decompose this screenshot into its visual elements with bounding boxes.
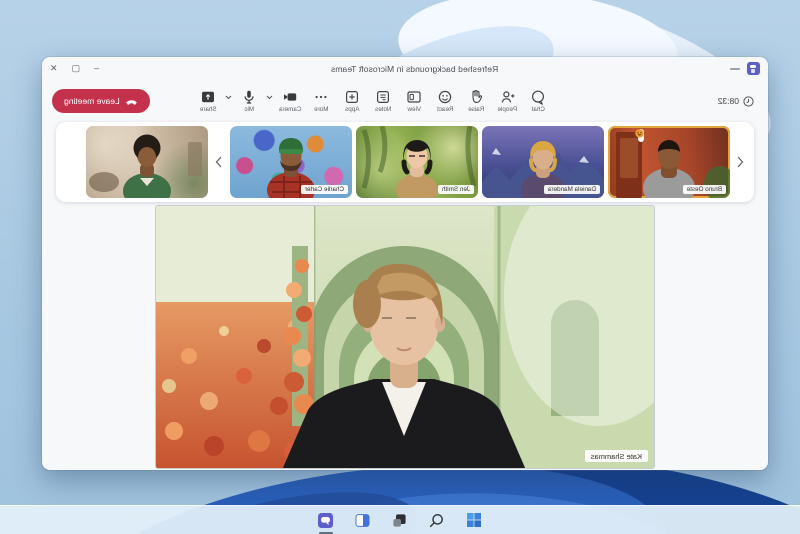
start-button[interactable] — [462, 508, 486, 532]
window-title: Refreshed backgrounds in Microsoft Teams — [330, 63, 499, 74]
more-button[interactable]: More — [307, 89, 336, 113]
widgets-button[interactable] — [351, 508, 375, 532]
more-ellipsis-icon — [315, 95, 327, 99]
search-icon — [430, 513, 444, 527]
minimize-button[interactable]: – — [94, 63, 99, 73]
share-screen-icon — [202, 91, 215, 103]
self-video — [89, 134, 202, 198]
teams-meeting-window: Refreshed backgrounds in Microsoft Teams… — [42, 57, 768, 470]
gallery-next-chevron[interactable] — [212, 149, 226, 175]
titlebar: Refreshed backgrounds in Microsoft Teams… — [42, 57, 768, 80]
laughing-emoji-icon — [635, 129, 644, 138]
windows-start-icon — [467, 513, 481, 527]
leave-meeting-button[interactable]: Leave meeting — [52, 89, 150, 113]
participant-name-label: Jen Smith — [438, 185, 474, 194]
camera-icon — [284, 93, 297, 101]
notes-button[interactable]: Notes — [369, 89, 398, 113]
participant-name-label: Charlie Carter — [300, 185, 348, 194]
widgets-icon — [356, 513, 370, 527]
close-button[interactable]: ✕ — [50, 63, 58, 73]
participant-tile-jen[interactable]: Jen Smith — [356, 126, 478, 198]
screenshot-root: Refreshed backgrounds in Microsoft Teams… — [0, 0, 800, 534]
raise-hand-icon — [472, 90, 483, 103]
react-smiley-icon — [439, 90, 452, 104]
stage-video-kate — [155, 205, 655, 469]
apps-icon — [346, 90, 359, 104]
teams-logo-icon — [747, 62, 760, 75]
task-view-icon — [393, 513, 407, 527]
mic-button[interactable]: Mic — [235, 89, 264, 113]
toolbar-buttons: Chat People Raise React View Notes Apps … — [194, 89, 553, 113]
maximize-button[interactable]: ▢ — [72, 63, 81, 73]
camera-dropdown-chevron[interactable] — [266, 95, 274, 100]
chat-icon — [532, 90, 545, 105]
titlebar-dash-icon — [730, 67, 740, 70]
participant-tile-daniela[interactable]: Daniela Mandera — [482, 126, 604, 198]
react-button[interactable]: React — [431, 89, 460, 113]
speaker-name-label: Kate Shammas — [584, 450, 648, 462]
people-button[interactable]: People — [493, 89, 522, 113]
chat-button[interactable]: Chat — [524, 89, 553, 113]
meeting-timer: 08:32 — [717, 95, 754, 107]
view-layout-icon — [407, 91, 421, 103]
self-view-tile[interactable] — [86, 126, 208, 198]
participant-name-label: Bruno Oeste — [682, 185, 726, 194]
meeting-timer-value: 08:32 — [717, 96, 739, 106]
camera-button[interactable]: Camera — [276, 89, 305, 113]
meeting-toolbar: 08:32 Chat People Raise React View Notes… — [42, 80, 768, 120]
mirrored-desktop: Refreshed backgrounds in Microsoft Teams… — [0, 0, 800, 534]
reaction-badge — [635, 129, 644, 142]
main-stage-video[interactable]: Kate Shammas — [155, 205, 655, 469]
mic-dropdown-chevron[interactable] — [225, 95, 233, 100]
task-view-button[interactable] — [388, 508, 412, 532]
participant-tile-bruno[interactable]: Bruno Oeste — [608, 126, 730, 198]
teams-chat-button[interactable] — [314, 508, 338, 534]
clock-icon — [743, 95, 754, 107]
raise-hand-button[interactable]: Raise — [462, 89, 491, 113]
participant-gallery: Bruno Oeste Daniela Mandera Jen Smith Ch… — [56, 122, 754, 202]
hang-up-phone-icon — [125, 99, 137, 105]
participant-name-label: Daniela Mandera — [544, 185, 600, 194]
search-button[interactable] — [425, 508, 449, 532]
view-button[interactable]: View — [400, 89, 429, 113]
people-icon — [501, 91, 515, 103]
gallery-prev-chevron[interactable] — [734, 149, 748, 175]
apps-button[interactable]: Apps — [338, 89, 367, 113]
share-button[interactable]: Share — [194, 89, 223, 113]
mic-icon — [244, 90, 254, 104]
participant-tile-charlie[interactable]: Charlie Carter — [230, 126, 352, 198]
windows-taskbar — [0, 505, 800, 534]
notes-icon — [377, 90, 390, 104]
teams-chat-icon — [318, 512, 334, 528]
